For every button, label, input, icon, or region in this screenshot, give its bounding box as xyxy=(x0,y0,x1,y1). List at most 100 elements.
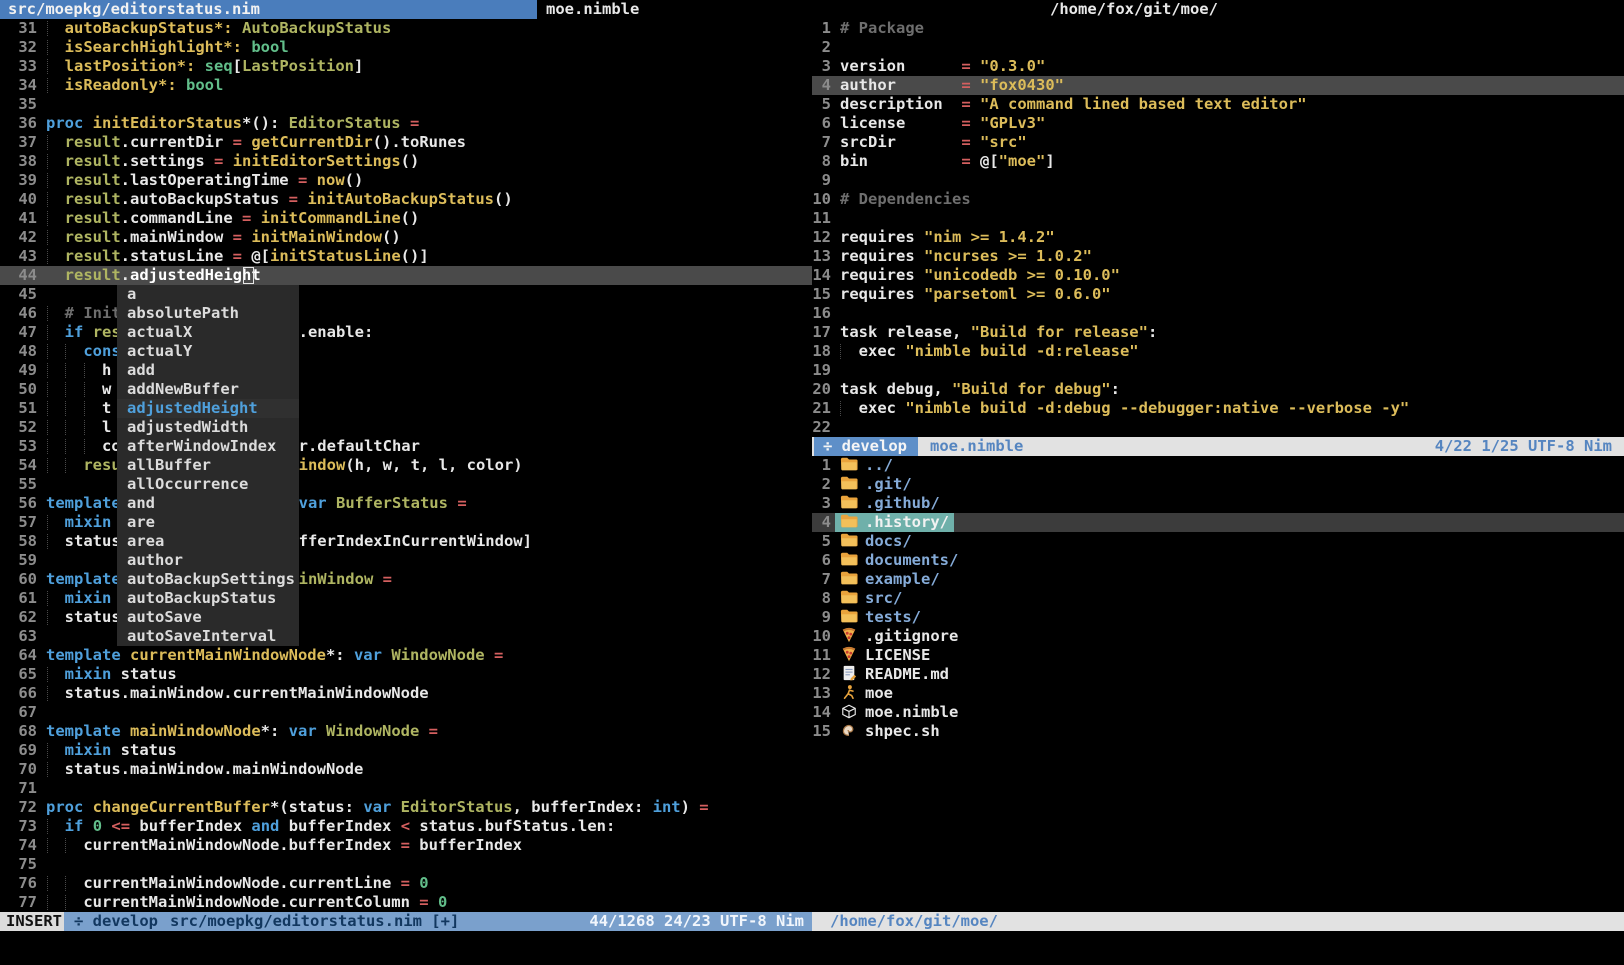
code-line[interactable]: 21 exec "nimble build -d:debug --debugge… xyxy=(812,399,1624,418)
autocomplete-item[interactable]: actualY xyxy=(117,342,299,361)
code-line[interactable]: 12 requires "nim >= 1.4.2" xyxy=(812,228,1624,247)
autocomplete-item[interactable]: afterWindowIndex xyxy=(117,437,299,456)
code-line[interactable]: 34 isReadonly*: bool xyxy=(0,76,812,95)
code-line[interactable]: 70 status.mainWindow.mainWindowNode xyxy=(0,760,812,779)
code-line[interactable]: 66 status.mainWindow.currentMainWindowNo… xyxy=(0,684,812,703)
code-line[interactable]: 8 bin = @["moe"] xyxy=(812,152,1624,171)
code-line[interactable]: 43 result.statusLine = @[initStatusLine(… xyxy=(0,247,812,266)
filer-entry[interactable]: 2 .git/ xyxy=(812,475,1624,494)
filer-item[interactable]: documents/ xyxy=(840,551,958,570)
filer-entry[interactable]: 15 shpec.sh xyxy=(812,722,1624,741)
code-line[interactable]: 41 result.commandLine = initCommandLine(… xyxy=(0,209,812,228)
code-line[interactable]: 71 xyxy=(0,779,812,798)
code-line[interactable]: 19 xyxy=(812,361,1624,380)
code-line[interactable]: 22 xyxy=(812,418,1624,437)
code-line[interactable]: 4 author = "fox0430" xyxy=(812,76,1624,95)
code-line[interactable]: 10 # Dependencies xyxy=(812,190,1624,209)
autocomplete-item[interactable]: adjustedWidth xyxy=(117,418,299,437)
filer-entry[interactable]: 7 example/ xyxy=(812,570,1624,589)
autocomplete-item[interactable]: autoSave xyxy=(117,608,299,627)
code-line[interactable]: 13 requires "ncurses >= 1.0.2" xyxy=(812,247,1624,266)
autocomplete-item[interactable]: are xyxy=(117,513,299,532)
code-line[interactable]: 6 license = "GPLv3" xyxy=(812,114,1624,133)
code-line[interactable]: 39 result.lastOperatingTime = now() xyxy=(0,171,812,190)
filer-item[interactable]: example/ xyxy=(840,570,940,589)
filer-item[interactable]: shpec.sh xyxy=(840,722,940,741)
code-line[interactable]: 76 currentMainWindowNode.currentLine = 0 xyxy=(0,874,812,893)
autocomplete-item[interactable]: autoBackupStatus xyxy=(117,589,299,608)
filer-item[interactable]: moe xyxy=(840,684,893,703)
code-line[interactable]: 64 template currentMainWindowNode*: var W… xyxy=(0,646,812,665)
filer-entry[interactable]: 11 LICENSE xyxy=(812,646,1624,665)
code-line[interactable]: 33 lastPosition*: seq[LastPosition] xyxy=(0,57,812,76)
code-line[interactable]: 75 xyxy=(0,855,812,874)
autocomplete-item[interactable]: allOccurrence xyxy=(117,475,299,494)
filer-entry[interactable]: 8 src/ xyxy=(812,589,1624,608)
code-line[interactable]: 31 autoBackupStatus*: AutoBackupStatus xyxy=(0,19,812,38)
filer-entry[interactable]: 3 .github/ xyxy=(812,494,1624,513)
code-line[interactable]: 14 requires "unicodedb >= 0.10.0" xyxy=(812,266,1624,285)
filer-item[interactable]: .gitignore xyxy=(840,627,958,646)
filer-entry[interactable]: 6 documents/ xyxy=(812,551,1624,570)
filer-item[interactable]: docs/ xyxy=(840,532,912,551)
filer-entry[interactable]: 14 moe.nimble xyxy=(812,703,1624,722)
filer-entry[interactable]: 9 tests/ xyxy=(812,608,1624,627)
code-line[interactable]: 44 result.adjustedHeight xyxy=(0,266,812,285)
filer-item[interactable]: LICENSE xyxy=(840,646,930,665)
code-line[interactable]: 5 description = "A command lined based te… xyxy=(812,95,1624,114)
code-line[interactable]: 36 proc initEditorStatus*(): EditorStatus… xyxy=(0,114,812,133)
code-line[interactable]: 72 proc changeCurrentBuffer*(status: var … xyxy=(0,798,812,817)
filer-item[interactable]: .github/ xyxy=(840,494,940,513)
code-line[interactable]: 42 result.mainWindow = initMainWindow() xyxy=(0,228,812,247)
code-line[interactable]: 40 result.autoBackupStatus = initAutoBac… xyxy=(0,190,812,209)
autocomplete-item[interactable]: addNewBuffer xyxy=(117,380,299,399)
filer-entry[interactable]: 10 .gitignore xyxy=(812,627,1624,646)
filer-entry[interactable]: 5 docs/ xyxy=(812,532,1624,551)
filer-item[interactable]: tests/ xyxy=(840,608,921,627)
filer-item[interactable]: moe.nimble xyxy=(840,703,958,722)
code-line[interactable]: 37 result.currentDir = getCurrentDir().t… xyxy=(0,133,812,152)
code-line[interactable]: 38 result.settings = initEditorSettings(… xyxy=(0,152,812,171)
filer-entry[interactable]: 12 README.md xyxy=(812,665,1624,684)
autocomplete-popup[interactable]: a absolutePath actualX actualY add addNewBuff… xyxy=(117,285,299,646)
autocomplete-item[interactable]: add xyxy=(117,361,299,380)
autocomplete-item[interactable]: a xyxy=(117,285,299,304)
code-line[interactable]: 65 mixin status xyxy=(0,665,812,684)
code-line[interactable]: 15 requires "parsetoml >= 0.6.0" xyxy=(812,285,1624,304)
tab-moe-nimble[interactable]: moe.nimble xyxy=(546,0,639,19)
autocomplete-item[interactable]: adjustedHeight xyxy=(117,399,299,418)
code-line[interactable]: 3 version = "0.3.0" xyxy=(812,57,1624,76)
code-line[interactable]: 9 xyxy=(812,171,1624,190)
code-pane-moe-nimble[interactable]: 1 # Package 2 3 version = "0.3.0" 4 author = "… xyxy=(812,19,1624,437)
code-line[interactable]: 32 isSearchHighlight*: bool xyxy=(0,38,812,57)
file-browser[interactable]: 1 ../ 2 .git/3 .github/4 .history/5 docs/6 docu… xyxy=(812,456,1624,741)
autocomplete-item[interactable]: absolutePath xyxy=(117,304,299,323)
autocomplete-item[interactable]: autoBackupSettings xyxy=(117,570,299,589)
code-line[interactable]: 18 exec "nimble build -d:release" xyxy=(812,342,1624,361)
autocomplete-item[interactable]: autoSaveInterval xyxy=(117,627,299,646)
autocomplete-item[interactable]: allBuffer xyxy=(117,456,299,475)
filer-item[interactable]: src/ xyxy=(840,589,902,608)
code-line[interactable]: 2 xyxy=(812,38,1624,57)
code-line[interactable]: 7 srcDir = "src" xyxy=(812,133,1624,152)
autocomplete-item[interactable]: and xyxy=(117,494,299,513)
filer-item[interactable]: .git/ xyxy=(840,475,912,494)
code-line[interactable]: 73 if 0 <= bufferIndex and bufferIndex <… xyxy=(0,817,812,836)
code-line[interactable]: 68 template mainWindowNode*: var WindowNo… xyxy=(0,722,812,741)
filer-item[interactable]: ../ xyxy=(840,456,893,475)
filer-entry[interactable]: 4 .history/ xyxy=(812,513,1624,532)
code-line[interactable]: 77 currentMainWindowNode.currentColumn =… xyxy=(0,893,812,912)
filer-selected-item[interactable]: .history/ xyxy=(835,513,954,532)
code-line[interactable]: 35 xyxy=(0,95,812,114)
filer-entry[interactable]: 1 ../ xyxy=(812,456,1624,475)
code-line[interactable]: 16 xyxy=(812,304,1624,323)
tab-editorstatus-nim[interactable]: src/moepkg/editorstatus.nim xyxy=(0,0,537,19)
filer-item[interactable]: README.md xyxy=(840,665,949,684)
autocomplete-item[interactable]: area xyxy=(117,532,299,551)
code-line[interactable]: 74 currentMainWindowNode.bufferIndex = b… xyxy=(0,836,812,855)
filer-entry[interactable]: 13 moe xyxy=(812,684,1624,703)
code-line[interactable]: 11 xyxy=(812,209,1624,228)
code-line[interactable]: 20 task debug, "Build for debug": xyxy=(812,380,1624,399)
code-line[interactable]: 69 mixin status xyxy=(0,741,812,760)
autocomplete-item[interactable]: actualX xyxy=(117,323,299,342)
